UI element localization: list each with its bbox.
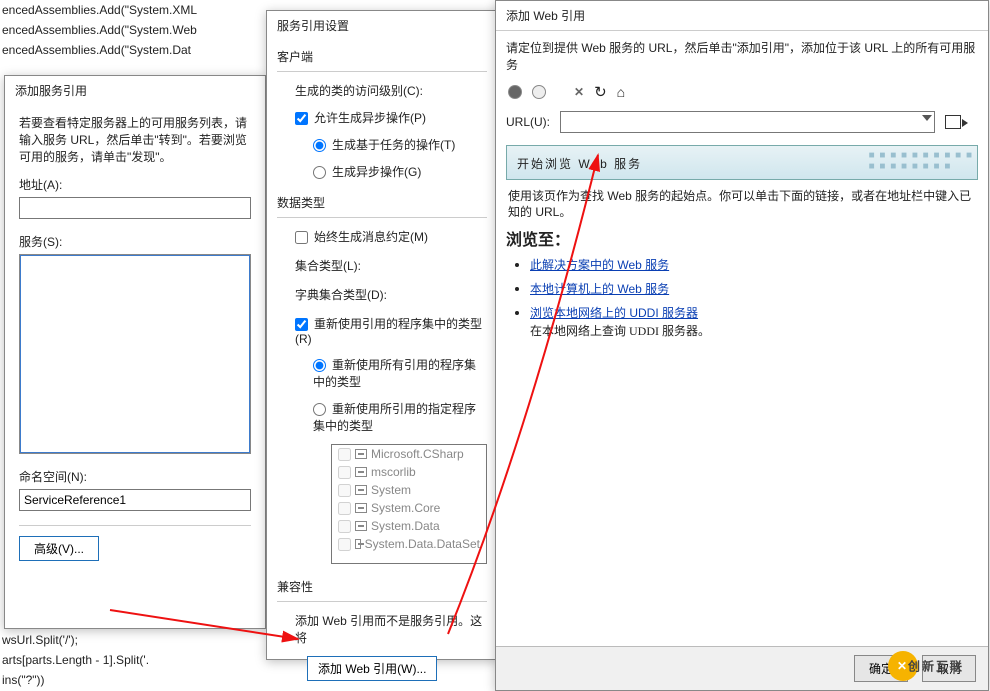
back-icon[interactable]	[508, 85, 522, 99]
namespace-label: 命名空间(N):	[19, 468, 251, 485]
access-level-label: 生成的类的访问级别(C):	[295, 82, 487, 99]
services-label: 服务(S):	[19, 233, 251, 250]
ok-button[interactable]: 确定	[854, 655, 908, 682]
assembly-icon	[355, 521, 367, 531]
services-list[interactable]	[19, 254, 251, 454]
dictionary-type-label: 字典集合类型(D):	[295, 286, 487, 303]
message-contract-checkbox[interactable]: 始终生成消息约定(M)	[295, 228, 487, 245]
add-web-reference-button[interactable]: 添加 Web 引用(W)...	[307, 656, 437, 681]
refresh-icon[interactable]: ↻	[594, 83, 607, 101]
chevron-down-icon	[922, 115, 932, 121]
assembly-item[interactable]: System.Core	[332, 499, 486, 517]
dialog-title: 服务引用设置	[267, 11, 497, 40]
assembly-item[interactable]: Microsoft.CSharp	[332, 445, 486, 463]
code-line: ins("?"))	[2, 670, 149, 690]
dialog-title: 添加 Web 引用	[496, 1, 988, 30]
link-uddi-subtext: 在本地网络上查询 UDDI 服务器。	[530, 322, 978, 339]
assemblies-list[interactable]: Microsoft.CSharp mscorlib System System.…	[331, 444, 487, 564]
assembly-icon	[355, 467, 367, 477]
url-input[interactable]	[560, 111, 935, 133]
address-label: 地址(A):	[19, 176, 251, 193]
go-icon[interactable]	[945, 115, 961, 129]
assembly-item[interactable]: System	[332, 481, 486, 499]
assembly-item[interactable]: System.Data	[332, 517, 486, 535]
address-input[interactable]	[19, 197, 251, 219]
reuse-selected-radio[interactable]: 重新使用所引用的指定程序集中的类型	[313, 400, 487, 434]
link-uddi-servers[interactable]: 浏览本地网络上的 UDDI 服务器	[530, 306, 698, 320]
compat-header: 兼容性	[277, 578, 487, 595]
dialog-title: 添加服务引用	[5, 76, 265, 105]
assembly-icon	[355, 503, 367, 513]
code-line: wsUrl.Split('/');	[2, 630, 149, 650]
code-line: arts[parts.Length - 1].Split('.	[2, 650, 149, 670]
dialog-instruction: 请定位到提供 Web 服务的 URL，然后单击"添加引用"，添加位于该 URL …	[506, 39, 978, 73]
allow-async-checkbox[interactable]: 允许生成异步操作(P)	[295, 109, 487, 126]
browser-toolbar: ✕ ↻ ⌂	[508, 83, 978, 101]
add-service-ref-dialog: 添加服务引用 若要查看特定服务器上的可用服务列表，请输入服务 URL，然后单击"…	[4, 75, 266, 629]
service-ref-settings-dialog: 服务引用设置 客户端 生成的类的访问级别(C): 允许生成异步操作(P) 生成基…	[266, 10, 498, 660]
assembly-icon	[355, 539, 361, 549]
browse-to-label: 浏览至：	[506, 226, 978, 250]
forward-icon[interactable]	[532, 85, 546, 99]
datatype-header: 数据类型	[277, 194, 487, 211]
browse-description: 使用该页作为查找 Web 服务的起始点。你可以单击下面的链接，或者在地址栏中键入…	[508, 188, 976, 220]
namespace-input[interactable]	[19, 489, 251, 511]
collection-type-label: 集合类型(L):	[295, 257, 487, 274]
compat-text: 添加 Web 引用而不是服务引用。这将	[277, 612, 487, 646]
task-based-radio[interactable]: 生成基于任务的操作(T)	[313, 136, 487, 153]
reuse-types-checkbox[interactable]: 重新使用引用的程序集中的类型(R)	[295, 315, 487, 346]
stop-icon[interactable]: ✕	[574, 85, 584, 99]
link-local-services[interactable]: 本地计算机上的 Web 服务	[530, 282, 669, 296]
url-label: URL(U):	[506, 115, 550, 129]
start-browsing-banner: 开始浏览 Web 服务 ■ ■ ■ ■ ■ ■ ■ ■ ■ ■■ ■ ■ ■ ■…	[506, 145, 978, 180]
add-web-reference-dialog: 添加 Web 引用 请定位到提供 Web 服务的 URL，然后单击"添加引用"，…	[495, 0, 989, 691]
cancel-button[interactable]: 取消	[922, 655, 976, 682]
assembly-icon	[355, 485, 367, 495]
reuse-all-radio[interactable]: 重新使用所有引用的程序集中的类型	[313, 356, 487, 390]
assembly-item[interactable]: mscorlib	[332, 463, 486, 481]
link-solution-services[interactable]: 此解决方案中的 Web 服务	[530, 258, 669, 272]
dialog-description: 若要查看特定服务器上的可用服务列表，请输入服务 URL，然后单击"转到"。若要浏…	[19, 115, 251, 166]
advanced-button[interactable]: 高级(V)...	[19, 536, 99, 561]
client-header: 客户端	[277, 48, 487, 65]
assembly-icon	[355, 449, 367, 459]
home-icon[interactable]: ⌂	[617, 84, 625, 100]
assembly-item[interactable]: System.Data.DataSet	[332, 535, 486, 553]
async-ops-radio[interactable]: 生成异步操作(G)	[313, 163, 487, 180]
